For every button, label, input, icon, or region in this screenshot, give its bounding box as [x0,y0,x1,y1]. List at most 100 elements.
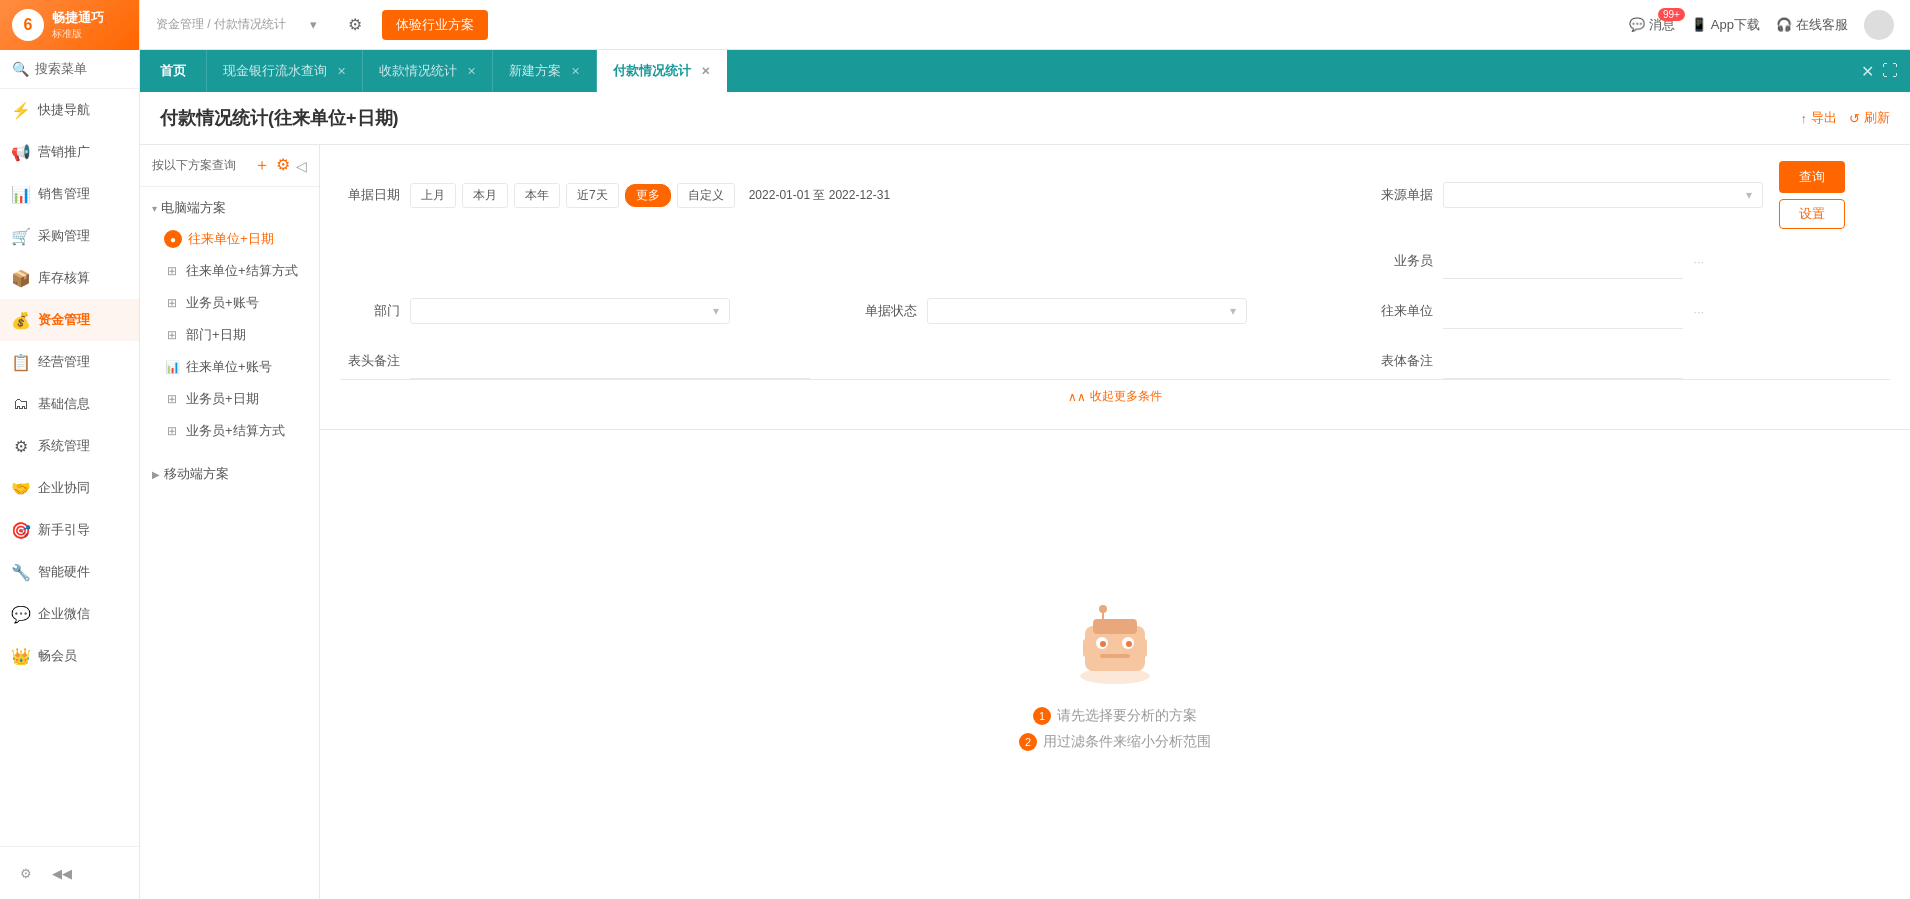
date-custom-btn[interactable]: 自定义 [677,183,735,208]
inventory-icon: 📦 [12,269,30,287]
filter-row-2: 部门 ▾ 单据状态 ▾ [340,293,1890,329]
dept-select[interactable]: ▾ [410,298,730,324]
scheme-section-mobile-header[interactable]: ▶ 移动端方案 [140,459,319,489]
staff-dots-btn[interactable]: ··· [1693,254,1704,269]
sidebar-item-hardware[interactable]: 🔧 智能硬件 [0,551,139,593]
tab-bar-controls: ✕ ⛶ [1849,50,1910,92]
filter-row-1: 单据日期 上月 本月 本年 近7天 更多 自定义 2022-01-01 [340,161,1890,229]
tab-cashflow-close[interactable]: ✕ [337,65,346,78]
sidebar-item-weixin[interactable]: 💬 企业微信 [0,593,139,635]
scheme-item-dept-date[interactable]: ⊞ 部门+日期 [140,319,319,351]
date-this-year-btn[interactable]: 本年 [514,183,560,208]
message-btn[interactable]: 💬 消息 99+ [1629,16,1675,34]
tab-payment-stat-close[interactable]: ✕ [701,65,710,78]
trial-btn[interactable]: 体验行业方案 [382,10,488,40]
svg-rect-9 [1141,639,1147,657]
chevron-up-icon: ∧∧ [1068,390,1086,404]
scheme-section-desktop-header[interactable]: ▾ 电脑端方案 [140,193,319,223]
online-service-btn[interactable]: 🎧 在线客服 [1776,16,1848,34]
scheme-icon-staff-settlement: ⊞ [164,423,180,439]
search-menu[interactable]: 🔍 搜索菜单 [0,50,139,89]
breadcrumb-dropdown[interactable]: ▾ [298,10,328,40]
main-area: 资金管理 / 付款情况统计 ▾ ⚙ 体验行业方案 💬 消息 99+ 📱 App下… [140,0,1910,899]
scheme-panel-collapse-btn[interactable]: ◁ [296,158,307,174]
filter-form: 单据日期 上月 本月 本年 近7天 更多 自定义 2022-01-01 [320,145,1910,430]
scheme-panel: 按以下方案查询 ＋ ⚙ ◁ ▾ 电脑端方案 [140,145,320,899]
settings-footer-btn[interactable]: ⚙ [12,859,40,887]
unit-input[interactable] [1443,298,1683,323]
date-this-month-btn[interactable]: 本月 [462,183,508,208]
scheme-section-mobile: ▶ 移动端方案 [140,453,319,495]
export-icon: ↑ [1801,111,1808,126]
sidebar-item-enterprise[interactable]: 🤝 企业协同 [0,467,139,509]
scheme-item-unit-date[interactable]: ● 往来单位+日期 [140,223,319,255]
header-settings-btn[interactable]: ⚙ [340,10,370,40]
sidebar-item-business[interactable]: 📋 经营管理 [0,341,139,383]
staff-input[interactable] [1443,248,1683,273]
body-note-input[interactable] [1443,348,1683,373]
active-scheme-indicator: ● [164,230,182,248]
sidebar-item-purchase[interactable]: 🛒 采购管理 [0,215,139,257]
tab-new-scheme-close[interactable]: ✕ [571,65,580,78]
page-title: 付款情况统计(往来单位+日期) [160,106,399,130]
tab-home[interactable]: 首页 [140,50,207,92]
user-avatar[interactable] [1864,10,1894,40]
sidebar-item-sys-manage[interactable]: ⚙ 系统管理 [0,425,139,467]
setting-btn[interactable]: 设置 [1779,199,1845,229]
tab-close-all-btn[interactable]: ✕ [1861,62,1874,81]
scheme-panel-header: 按以下方案查询 ＋ ⚙ ◁ [140,145,319,187]
header-note-section: 表头备注 [340,343,1373,379]
header-note-input[interactable] [410,348,810,373]
purchase-icon: 🛒 [12,227,30,245]
tab-payment-stat[interactable]: 付款情况统计 ✕ [597,50,727,92]
body-note-section: 表体备注 [1373,343,1890,379]
scheme-item-staff-settlement[interactable]: ⊞ 业务员+结算方式 [140,415,319,447]
scheme-settings-btn[interactable]: ⚙ [276,155,290,176]
source-select[interactable]: ▾ [1443,182,1763,208]
member-icon: 👑 [12,647,30,665]
sidebar-item-inventory[interactable]: 📦 库存核算 [0,257,139,299]
mobile-expand-arrow-icon: ▶ [152,469,160,480]
date-7days-btn[interactable]: 近7天 [566,183,619,208]
date-more-btn[interactable]: 更多 [625,184,671,207]
scheme-item-staff-account[interactable]: ⊞ 业务员+账号 [140,287,319,319]
refresh-btn[interactable]: ↺ 刷新 [1849,109,1890,127]
tab-collection[interactable]: 收款情况统计 ✕ [363,50,493,92]
scheme-item-unit-settlement[interactable]: ⊞ 往来单位+结算方式 [140,255,319,287]
body-note-label: 表体备注 [1373,352,1443,370]
query-actions: 查询 设置 [1779,161,1845,229]
sidebar-item-base-info[interactable]: 🗂 基础信息 [0,383,139,425]
tab-cashflow[interactable]: 现金银行流水查询 ✕ [207,50,363,92]
collapse-conditions-btn[interactable]: ∧∧ 收起更多条件 [340,379,1890,413]
sidebar-nav: ⚡ 快捷导航 📢 营销推广 📊 销售管理 🛒 采购管理 📦 库存核算 💰 [0,89,139,846]
refresh-icon: ↺ [1849,111,1860,126]
staff-spacer [340,243,1373,279]
sidebar-item-member[interactable]: 👑 畅会员 [0,635,139,677]
top-header: 资金管理 / 付款情况统计 ▾ ⚙ 体验行业方案 💬 消息 99+ 📱 App下… [140,0,1910,50]
date-range-input[interactable]: 2022-01-01 至 2022-12-31 [749,187,890,204]
sidebar-item-guide[interactable]: 🎯 新手引导 [0,509,139,551]
empty-hint-2: 2 用过滤条件来缩小分析范围 [1019,733,1211,751]
source-select-arrow-icon: ▾ [1746,188,1752,202]
tab-maximize-btn[interactable]: ⛶ [1882,62,1898,80]
sidebar-item-quick-nav[interactable]: ⚡ 快捷导航 [0,89,139,131]
business-icon: 📋 [12,353,30,371]
scheme-item-unit-account[interactable]: 📊 往来单位+账号 [140,351,319,383]
breadcrumb: 资金管理 / 付款情况统计 [156,16,286,33]
sidebar-item-sales[interactable]: 📊 销售管理 [0,173,139,215]
tab-new-scheme[interactable]: 新建方案 ✕ [493,50,597,92]
sidebar-item-finance[interactable]: 💰 资金管理 [0,299,139,341]
query-btn[interactable]: 查询 [1779,161,1845,193]
status-select[interactable]: ▾ [927,298,1247,324]
sidebar-item-marketing[interactable]: 📢 营销推广 [0,131,139,173]
app-download-btn[interactable]: 📱 App下载 [1691,16,1760,34]
unit-dots-btn[interactable]: ··· [1693,304,1704,319]
date-last-month-btn[interactable]: 上月 [410,183,456,208]
add-scheme-btn[interactable]: ＋ [254,155,270,176]
page-header-actions: ↑ 导出 ↺ 刷新 [1801,109,1891,127]
message-badge: 99+ [1658,8,1685,21]
export-btn[interactable]: ↑ 导出 [1801,109,1838,127]
tab-collection-close[interactable]: ✕ [467,65,476,78]
scheme-item-staff-date[interactable]: ⊞ 业务员+日期 [140,383,319,415]
collapse-sidebar-btn[interactable]: ◀◀ [48,859,76,887]
